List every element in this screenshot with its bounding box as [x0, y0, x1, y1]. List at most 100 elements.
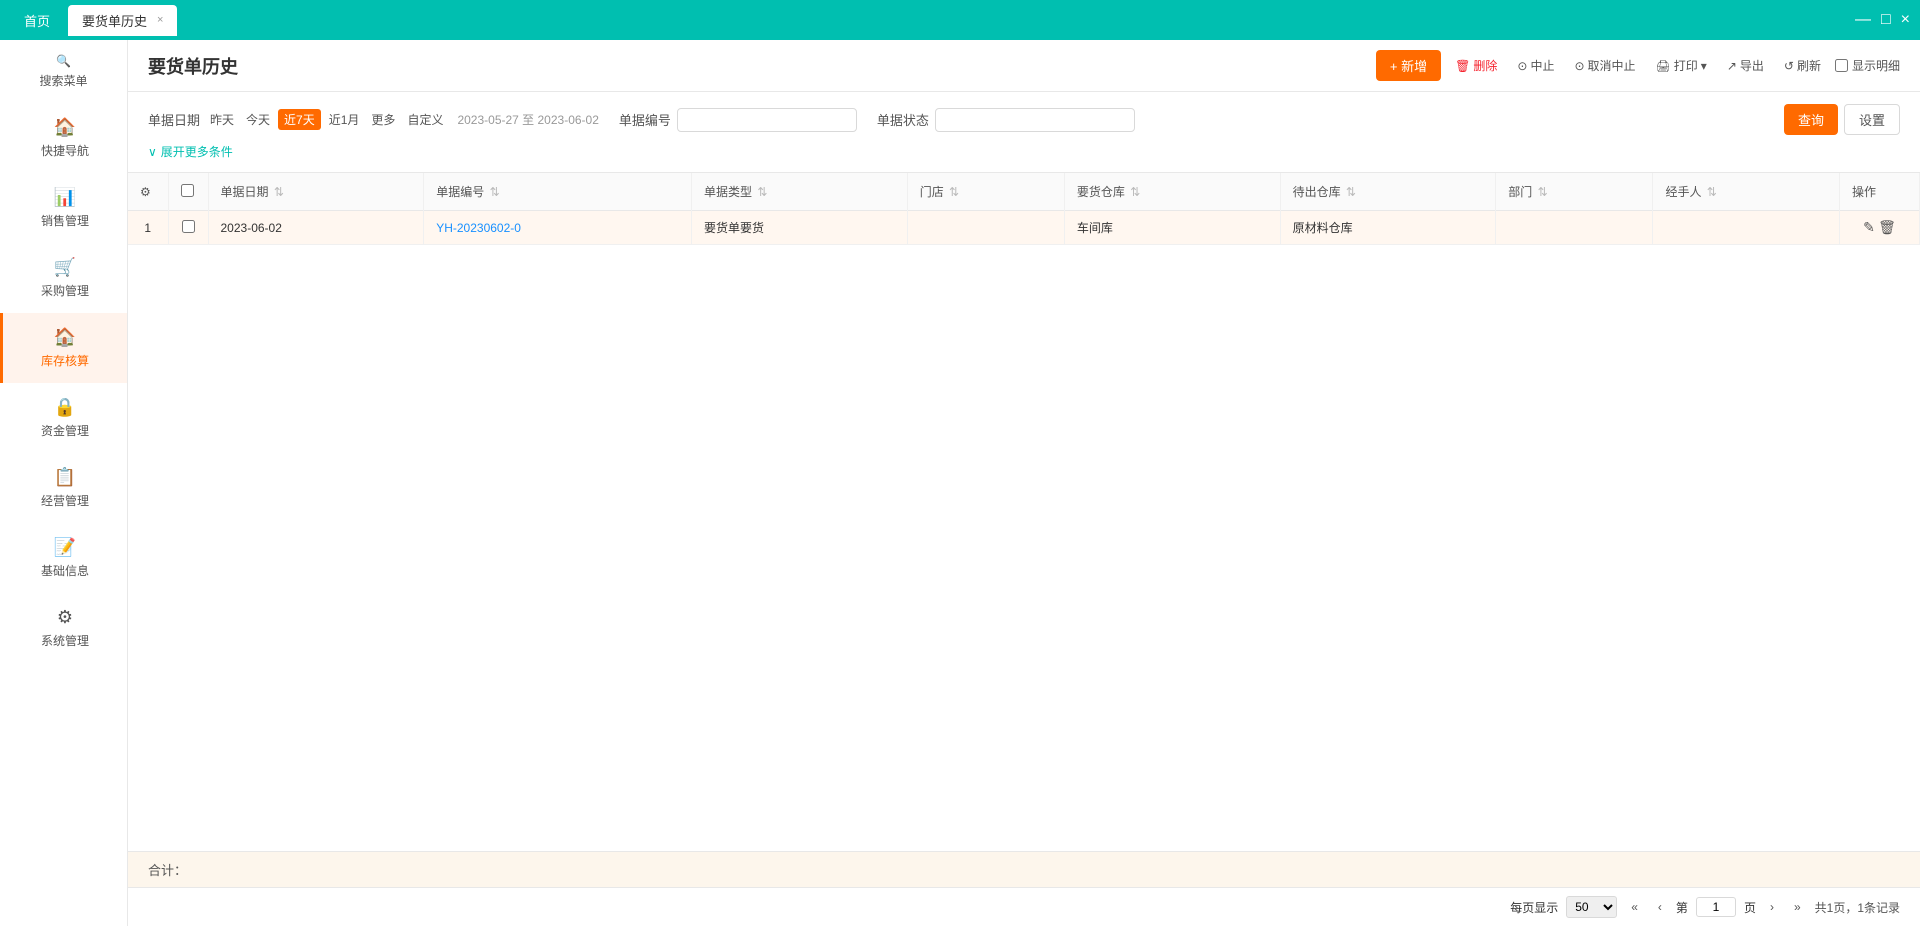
row-doc-no: YH-20230602-0: [424, 211, 692, 245]
pending-warehouse-column-header[interactable]: 待出仓库 ⇅: [1280, 173, 1496, 211]
sidebar-item-label: 库存核算: [41, 352, 89, 369]
status-select[interactable]: [935, 108, 1135, 132]
cancel-stop-button[interactable]: ⊙ 取消中止: [1568, 53, 1641, 78]
date-btn-7days[interactable]: 近7天: [278, 109, 321, 130]
handler-column-header[interactable]: 经手人 ⇅: [1653, 173, 1840, 211]
stop-button[interactable]: ⊙ 中止: [1511, 53, 1560, 78]
total-label: 合计：: [148, 863, 187, 878]
new-button[interactable]: + 新增: [1376, 50, 1441, 81]
main-layout: 🔍 搜索菜单 🏠 快捷导航 📊 销售管理 🛒 采购管理 🏠 库存核算 🔒 资金管…: [0, 40, 1920, 926]
first-page-button[interactable]: «: [1625, 898, 1644, 916]
row-department: [1496, 211, 1653, 245]
delete-button[interactable]: 🗑 删除: [1449, 53, 1503, 78]
doc-no-link[interactable]: YH-20230602-0: [436, 221, 521, 235]
last-page-button[interactable]: »: [1788, 898, 1807, 916]
expand-icon: ∨: [148, 145, 157, 159]
table-footer: 合计：: [128, 851, 1920, 887]
doc-no-input[interactable]: [677, 108, 857, 132]
sidebar-item-label: 销售管理: [41, 212, 89, 229]
active-tab[interactable]: 要货单历史 ×: [68, 5, 177, 36]
search-label: 搜索菜单: [39, 72, 87, 89]
header-actions: + 新增 🗑 删除 ⊙ 中止 ⊙ 取消中止 🖨 打印 ▾: [1376, 50, 1900, 81]
doc-no-label: 单据编号: [619, 110, 671, 129]
date-range-display: 2023-05-27 至 2023-06-02: [457, 111, 598, 128]
table-header-row: ⚙ 单据日期 ⇅ 单据编号 ⇅ 单据类型 ⇅ 门店 ⇅ 要货仓库 ⇅ 待出仓库 …: [128, 173, 1920, 211]
sales-icon: 📊: [54, 187, 76, 208]
page-header: 要货单历史 + 新增 🗑 删除 ⊙ 中止 ⊙ 取消中止 🖨 打印: [128, 40, 1920, 92]
tab-close-icon[interactable]: ×: [157, 14, 163, 26]
department-column-header[interactable]: 部门 ⇅: [1496, 173, 1653, 211]
date-btn-yesterday[interactable]: 昨天: [206, 109, 238, 130]
stop-icon: ⊙: [1517, 59, 1527, 73]
row-doc-date: 2023-06-02: [208, 211, 424, 245]
filter-row: 单据日期 昨天 今天 近7天 近1月 更多 自定义 2023-05-27 至 2…: [148, 104, 1900, 135]
refresh-icon: ↺: [1784, 59, 1794, 73]
table-row: 1 2023-06-02 YH-20230602-0 要货单要货 车间库 原材料…: [128, 211, 1920, 245]
per-page-select[interactable]: 50 10 20 100: [1566, 896, 1617, 918]
search-icon: 🔍: [56, 54, 71, 68]
doc-date-column-header[interactable]: 单据日期 ⇅: [208, 173, 424, 211]
row-checkbox[interactable]: [182, 220, 195, 233]
row-edit-button[interactable]: ✎: [1863, 219, 1875, 235]
sidebar-item-quick-nav[interactable]: 🏠 快捷导航: [0, 103, 127, 173]
sidebar-item-label: 基础信息: [41, 562, 89, 579]
sidebar-item-label: 资金管理: [41, 422, 89, 439]
shop-column-header[interactable]: 门店 ⇅: [907, 173, 1064, 211]
row-pending-warehouse: 原材料仓库: [1280, 211, 1496, 245]
print-icon: 🖨: [1656, 59, 1671, 73]
doc-no-column-header[interactable]: 单据编号 ⇅: [424, 173, 692, 211]
per-page-label: 每页显示: [1510, 899, 1558, 916]
date-btn-more[interactable]: 更多: [367, 109, 399, 130]
select-all-checkbox[interactable]: [181, 184, 194, 197]
print-dropdown-icon: ▾: [1701, 59, 1707, 73]
top-bar: 首页 要货单历史 × — □ ×: [0, 0, 1920, 40]
minimize-icon[interactable]: —: [1855, 11, 1871, 29]
sidebar-item-purchase[interactable]: 🛒 采购管理: [0, 243, 127, 313]
sidebar-item-label: 系统管理: [41, 632, 89, 649]
inventory-icon: 🏠: [54, 327, 76, 348]
show-detail-checkbox[interactable]: 显示明细: [1835, 57, 1900, 74]
export-button[interactable]: ↗ 导出: [1721, 53, 1770, 78]
close-window-icon[interactable]: ×: [1901, 11, 1910, 29]
page-number-input[interactable]: [1696, 897, 1736, 917]
print-button[interactable]: 🖨 打印 ▾: [1650, 53, 1713, 78]
date-btn-1month[interactable]: 近1月: [325, 109, 364, 130]
show-detail-input[interactable]: [1835, 59, 1848, 72]
prev-page-button[interactable]: ‹: [1652, 898, 1668, 916]
cancel-stop-icon: ⊙: [1574, 59, 1584, 73]
page-prefix: 第: [1676, 899, 1688, 916]
row-delete-button[interactable]: 🗑: [1878, 219, 1896, 235]
status-filter: 单据状态: [877, 108, 1135, 132]
table-area: ⚙ 单据日期 ⇅ 单据编号 ⇅ 单据类型 ⇅ 门店 ⇅ 要货仓库 ⇅ 待出仓库 …: [128, 173, 1920, 851]
date-filter-label: 单据日期: [148, 110, 200, 129]
doc-no-filter: 单据编号: [619, 108, 857, 132]
date-btn-today[interactable]: 今天: [242, 109, 274, 130]
purchase-icon: 🛒: [54, 257, 76, 278]
basic-icon: 📝: [54, 537, 76, 558]
query-button[interactable]: 查询: [1784, 104, 1838, 135]
sidebar-item-sales[interactable]: 📊 销售管理: [0, 173, 127, 243]
expand-filter-button[interactable]: ∨ 展开更多条件: [148, 143, 1900, 160]
row-req-warehouse: 车间库: [1064, 211, 1280, 245]
refresh-button[interactable]: ↺ 刷新: [1778, 53, 1827, 78]
sidebar-item-operation[interactable]: 📋 经营管理: [0, 453, 127, 523]
sidebar-search[interactable]: 🔍 搜索菜单: [0, 40, 127, 103]
data-table: ⚙ 单据日期 ⇅ 单据编号 ⇅ 单据类型 ⇅ 门店 ⇅ 要货仓库 ⇅ 待出仓库 …: [128, 173, 1920, 245]
sidebar-item-system[interactable]: ⚙ 系统管理: [0, 593, 127, 663]
sidebar-item-basic[interactable]: 📝 基础信息: [0, 523, 127, 593]
checkbox-column-header: [168, 173, 208, 211]
maximize-icon[interactable]: □: [1881, 11, 1891, 29]
date-btn-custom[interactable]: 自定义: [403, 109, 447, 130]
pagination-bar: 每页显示 50 10 20 100 « ‹ 第 页 › » 共1页，1条记录: [128, 887, 1920, 926]
req-warehouse-column-header[interactable]: 要货仓库 ⇅: [1064, 173, 1280, 211]
home-tab[interactable]: 首页: [10, 5, 64, 36]
settings-column-header[interactable]: ⚙: [128, 173, 168, 211]
total-info: 共1页，1条记录: [1815, 899, 1900, 916]
home-icon: 🏠: [54, 117, 76, 138]
sidebar-item-inventory[interactable]: 🏠 库存核算: [0, 313, 127, 383]
setting-button[interactable]: 设置: [1844, 104, 1900, 135]
sidebar-item-finance[interactable]: 🔒 资金管理: [0, 383, 127, 453]
doc-type-column-header[interactable]: 单据类型 ⇅: [691, 173, 907, 211]
next-page-button[interactable]: ›: [1764, 898, 1780, 916]
row-num-cell: 1: [128, 211, 168, 245]
